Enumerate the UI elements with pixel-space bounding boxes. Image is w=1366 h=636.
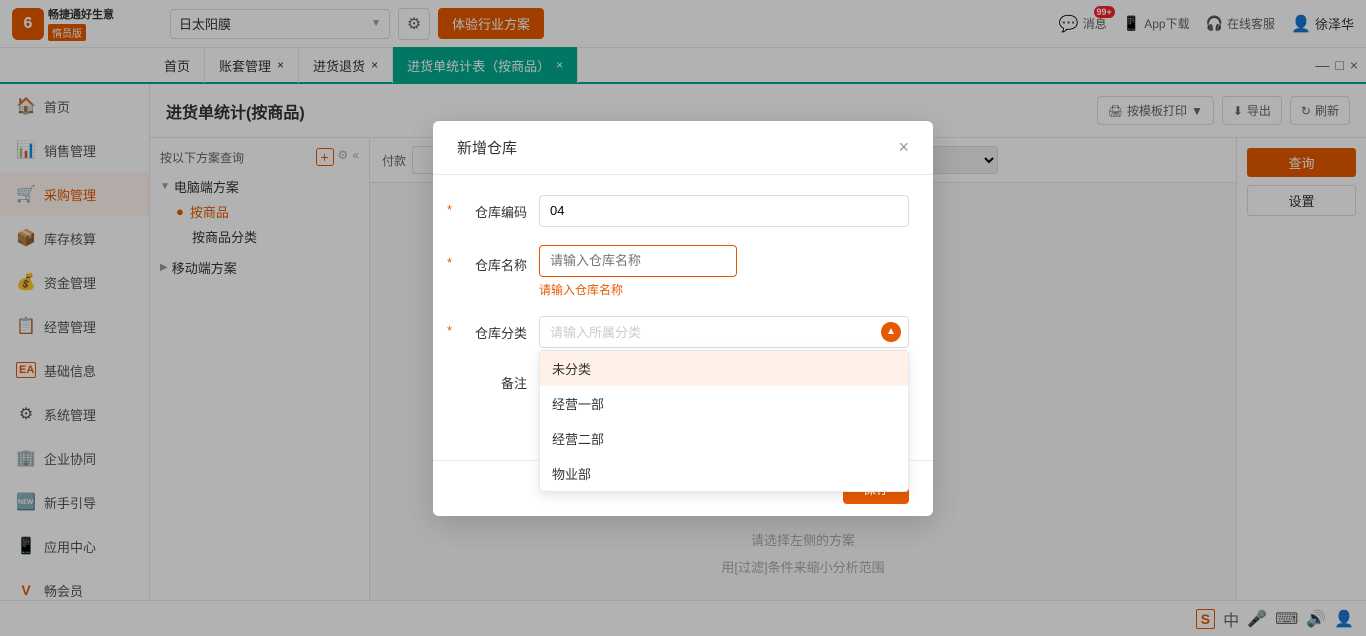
dropdown-item-1[interactable]: 经营一部: [540, 386, 908, 421]
new-warehouse-modal: 新增仓库 × 仓库编码 仓库名称 请输入仓库名称 仓库分类: [433, 121, 933, 516]
name-input[interactable]: [539, 245, 737, 277]
category-select-wrapper: 请输入所属分类 ▲ 未分类 经营一部 经营二部 物业部: [539, 316, 909, 348]
modal-body: 仓库编码 仓库名称 请输入仓库名称 仓库分类 请输入所属分类: [433, 175, 933, 460]
code-input[interactable]: [539, 195, 909, 227]
dropdown-item-0[interactable]: 未分类: [540, 351, 908, 386]
category-dropdown-toggle[interactable]: ▲: [881, 322, 901, 342]
code-row: 仓库编码: [457, 195, 909, 227]
category-row: 仓库分类 请输入所属分类 ▲ 未分类 经营一部 经营二部 物业部: [457, 316, 909, 348]
category-input[interactable]: 请输入所属分类: [539, 316, 909, 348]
category-dropdown-list: 未分类 经营一部 经营二部 物业部: [539, 350, 909, 492]
name-error-msg: 请输入仓库名称: [539, 283, 623, 297]
code-label: 仓库编码: [457, 195, 527, 221]
name-row: 仓库名称 请输入仓库名称: [457, 245, 909, 298]
modal-overlay[interactable]: 新增仓库 × 仓库编码 仓库名称 请输入仓库名称 仓库分类: [0, 0, 1366, 636]
dropdown-item-2[interactable]: 经营二部: [540, 421, 908, 456]
modal-header: 新增仓库 ×: [433, 121, 933, 175]
name-input-row: 仓库名称: [457, 245, 737, 277]
name-error-row: 请输入仓库名称: [457, 281, 623, 298]
category-placeholder: 请输入所属分类: [550, 322, 641, 341]
modal-close-button[interactable]: ×: [898, 137, 909, 158]
modal-title: 新增仓库: [457, 137, 517, 158]
note-label: 备注: [457, 366, 527, 392]
category-label: 仓库分类: [457, 316, 527, 342]
name-label: 仓库名称: [457, 248, 527, 274]
dropdown-item-3[interactable]: 物业部: [540, 456, 908, 491]
